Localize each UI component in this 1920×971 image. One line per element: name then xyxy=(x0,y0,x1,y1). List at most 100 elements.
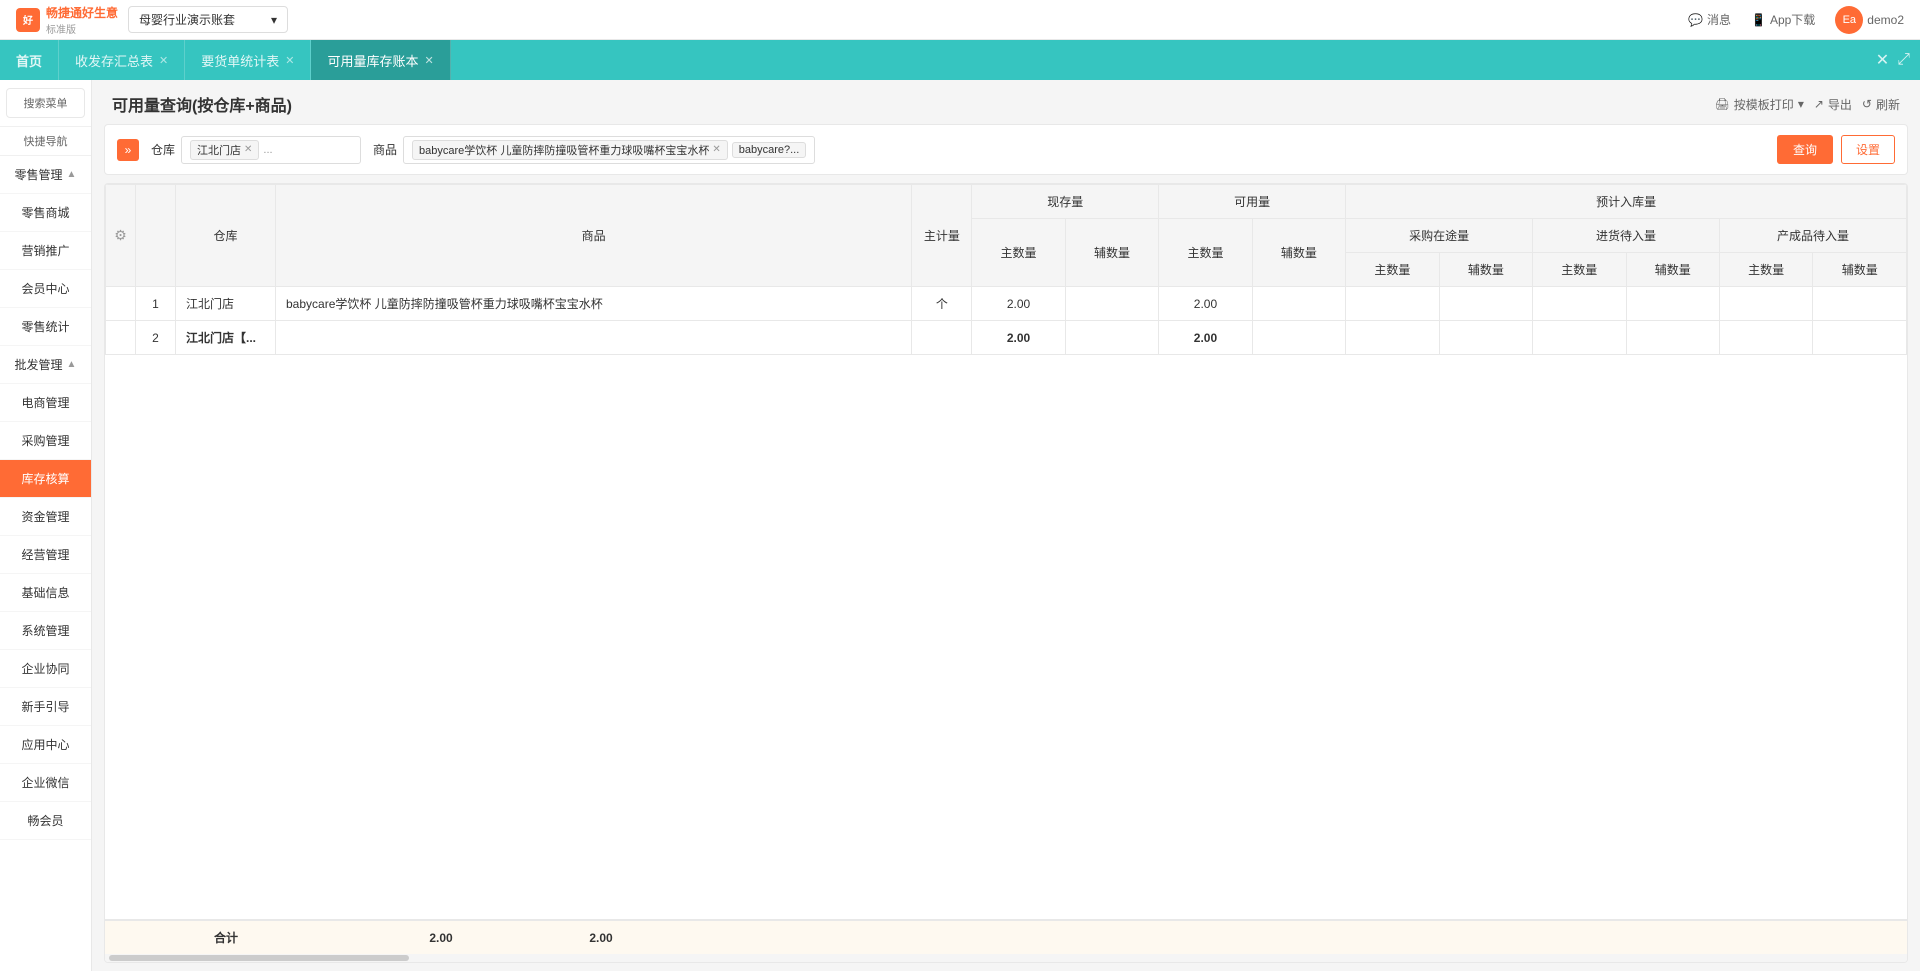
sidebar-item-ecommerce[interactable]: 电商管理 xyxy=(0,384,91,422)
td-gear xyxy=(106,287,136,321)
td-no: 1 xyxy=(136,287,176,321)
nav-tabs: 首页 收发存汇总表 ✕ 要货单统计表 ✕ 可用量库存账本 ✕ ✕ ⤢ xyxy=(0,40,1920,80)
sidebar-item-retail-management[interactable]: 零售管理 ▲ xyxy=(0,156,91,194)
tab-available-stock[interactable]: 可用量库存账本 ✕ xyxy=(311,40,450,80)
page-title: 可用量查询(按仓库+商品) xyxy=(112,92,292,116)
content-area: 可用量查询(按仓库+商品) 🖨 按模板打印 ▾ ↗ 导出 ↺ 刷新 » xyxy=(92,80,1920,971)
td-product: babycare学饮杯 儿童防摔防撞吸管杯重力球吸嘴杯宝宝水杯 xyxy=(276,287,912,321)
logo-icon: 好 xyxy=(16,8,40,32)
product-tag-1-remove[interactable]: ✕ xyxy=(712,144,720,155)
export-button[interactable]: ↗ 导出 xyxy=(1814,96,1852,113)
sidebar-item-member-center[interactable]: 会员中心 xyxy=(0,270,91,308)
product-filter-group: 商品 babycare学饮杯 儿童防摔防撞吸管杯重力球吸嘴杯宝宝水杯 ✕ bab… xyxy=(373,136,815,164)
sidebar-item-marketing[interactable]: 营销推广 xyxy=(0,232,91,270)
chevron-down-icon: ▾ xyxy=(1798,97,1804,111)
table-row: 1 江北门店 babycare学饮杯 儿童防摔防撞吸管杯重力球吸嘴杯宝宝水杯 个… xyxy=(106,287,1907,321)
sidebar-item-finance[interactable]: 资金管理 xyxy=(0,498,91,536)
footer-fin-aux xyxy=(1121,931,1201,945)
sidebar-item-enterprise-wechat[interactable]: 企业微信 xyxy=(0,764,91,802)
chevron-icon: ▲ xyxy=(67,359,77,370)
warehouse-tag-remove[interactable]: ✕ xyxy=(244,144,252,155)
sidebar-item-app-center[interactable]: 应用中心 xyxy=(0,726,91,764)
warehouse-tag: 江北门店 ✕ xyxy=(190,140,259,160)
close-window-button[interactable]: ✕ xyxy=(1876,50,1889,70)
sidebar: 搜索菜单 快捷导航 零售管理 ▲ 零售商城 营销推广 会员中心 零售统计 批发管… xyxy=(0,80,92,971)
sidebar-item-enterprise-collab[interactable]: 企业协同 xyxy=(0,650,91,688)
footer-label: 合计 xyxy=(111,929,341,946)
sidebar-item-purchase[interactable]: 采购管理 xyxy=(0,422,91,460)
table-footer: 合计 2.00 2.00 xyxy=(105,919,1907,954)
page-actions: 🖨 按模板打印 ▾ ↗ 导出 ↺ 刷新 xyxy=(1715,96,1900,113)
td-available-aux xyxy=(1252,287,1345,321)
sidebar-item-member[interactable]: 畅会员 xyxy=(0,802,91,840)
top-bar-right: 💬 消息 📱 App下载 Ea demo2 xyxy=(1688,6,1904,34)
td-stock-main: 2.00 xyxy=(972,287,1065,321)
app-download-button[interactable]: 📱 App下载 xyxy=(1751,11,1815,28)
product-tag-2: babycare?... xyxy=(732,142,807,158)
td-fin-main xyxy=(1719,321,1812,355)
logo-text: 畅捷通好生意 标准版 xyxy=(46,4,118,36)
th-incoming: 进货待入量 xyxy=(1533,219,1720,253)
horizontal-scrollbar[interactable] xyxy=(109,955,409,961)
td-inc-aux xyxy=(1626,321,1719,355)
footer-pt-aux xyxy=(801,931,881,945)
td-unit: 个 xyxy=(912,287,972,321)
td-unit xyxy=(912,321,972,355)
tab-order-stats-close[interactable]: ✕ xyxy=(285,54,294,67)
table-scroll[interactable]: ⚙ 仓库 商品 主计量 现存量 可用量 预计入库量 主数量 辅数 xyxy=(105,184,1907,919)
tab-available-stock-close[interactable]: ✕ xyxy=(425,54,434,67)
avatar: Ea xyxy=(1835,6,1863,34)
sidebar-item-system[interactable]: 系统管理 xyxy=(0,612,91,650)
th-inc-main: 主数量 xyxy=(1533,253,1626,287)
print-button[interactable]: 🖨 按模板打印 ▾ xyxy=(1715,96,1804,113)
refresh-icon: ↺ xyxy=(1862,97,1872,111)
query-button[interactable]: 查询 xyxy=(1777,135,1833,164)
th-no xyxy=(136,185,176,287)
footer-fin-main xyxy=(1041,931,1121,945)
sidebar-item-operations[interactable]: 经营管理 xyxy=(0,536,91,574)
td-product xyxy=(276,321,912,355)
message-button[interactable]: 💬 消息 xyxy=(1688,11,1731,28)
sidebar-search-section: 搜索菜单 xyxy=(0,80,91,127)
search-menu-button[interactable]: 搜索菜单 xyxy=(6,88,85,118)
td-pt-aux xyxy=(1439,287,1532,321)
td-stock-aux xyxy=(1065,287,1158,321)
product-filter-label: 商品 xyxy=(373,141,397,158)
filter-expand-button[interactable]: » xyxy=(117,139,139,161)
sidebar-item-inventory[interactable]: 库存核算 xyxy=(0,460,91,498)
tab-home[interactable]: 首页 xyxy=(0,40,59,80)
th-gear: ⚙ xyxy=(106,185,136,287)
sidebar-item-basic-info[interactable]: 基础信息 xyxy=(0,574,91,612)
download-icon: 📱 xyxy=(1751,13,1766,27)
industry-selector[interactable]: 母婴行业演示账套 ▾ xyxy=(128,6,288,33)
sidebar-item-retail-mall[interactable]: 零售商城 xyxy=(0,194,91,232)
sidebar-item-new-guide[interactable]: 新手引导 xyxy=(0,688,91,726)
sidebar-item-retail-stats[interactable]: 零售统计 xyxy=(0,308,91,346)
warehouse-filter-group: 仓库 江北门店 ✕ ... xyxy=(151,136,361,164)
table-container: ⚙ 仓库 商品 主计量 现存量 可用量 预计入库量 主数量 辅数 xyxy=(104,183,1908,963)
sidebar-item-wholesale-management[interactable]: 批发管理 ▲ xyxy=(0,346,91,384)
td-warehouse: 江北门店 xyxy=(176,287,276,321)
user-menu[interactable]: Ea demo2 xyxy=(1835,6,1904,34)
settings-button[interactable]: 设置 xyxy=(1841,135,1895,164)
tab-summary-close[interactable]: ✕ xyxy=(159,54,168,67)
warehouse-filter-input[interactable]: 江北门店 ✕ ... xyxy=(181,136,361,164)
th-finished: 产成品待入量 xyxy=(1719,219,1906,253)
td-inc-main xyxy=(1533,321,1626,355)
th-unit: 主计量 xyxy=(912,185,972,287)
th-stock-aux: 辅数量 xyxy=(1065,219,1158,287)
tab-summary[interactable]: 收发存汇总表 ✕ xyxy=(59,40,185,80)
chevron-icon: ▲ xyxy=(67,169,77,180)
gear-icon[interactable]: ⚙ xyxy=(114,227,127,243)
product-filter-input[interactable]: babycare学饮杯 儿童防摔防撞吸管杯重力球吸嘴杯宝宝水杯 ✕ babyca… xyxy=(403,136,815,164)
footer-unit xyxy=(341,931,401,945)
th-product: 商品 xyxy=(276,185,912,287)
tab-order-stats[interactable]: 要货单统计表 ✕ xyxy=(185,40,311,80)
td-fin-main xyxy=(1719,287,1812,321)
top-bar: 好 畅捷通好生意 标准版 母婴行业演示账套 ▾ 💬 消息 📱 App下载 Ea … xyxy=(0,0,1920,40)
print-icon: 🖨 xyxy=(1715,97,1730,111)
footer-stock-main: 2.00 xyxy=(401,931,481,945)
maximize-window-button[interactable]: ⤢ xyxy=(1897,51,1910,69)
refresh-button[interactable]: ↺ 刷新 xyxy=(1862,96,1900,113)
sidebar-quick-nav[interactable]: 快捷导航 xyxy=(0,127,91,156)
